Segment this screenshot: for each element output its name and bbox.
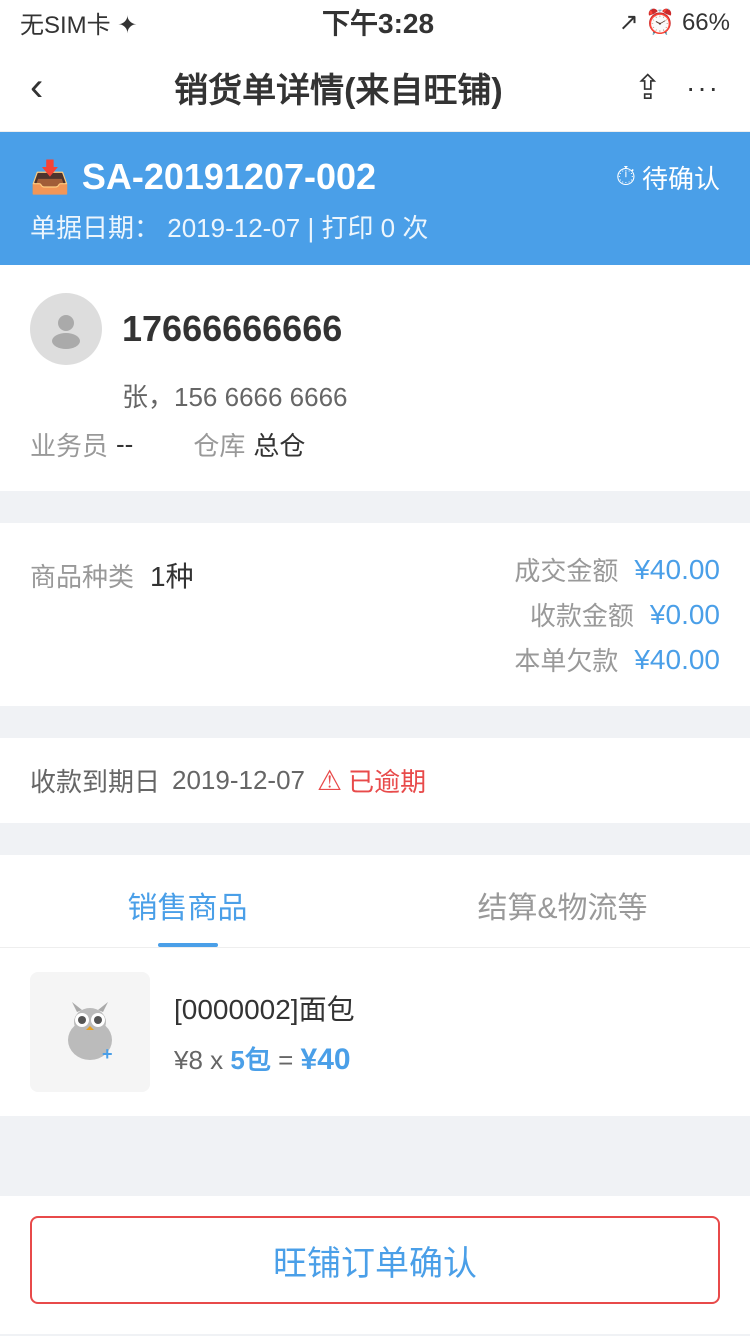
due-date-section: 收款到期日 2019-12-07 ⚠ 已逾期 bbox=[0, 738, 750, 823]
clock-icon: ⏱ bbox=[616, 161, 636, 193]
product-item: + [0000002]面包 ¥8 x 5包 = ¥40 bbox=[30, 972, 720, 1092]
warehouse-label: 仓库 bbox=[193, 426, 245, 463]
share-icon[interactable]: ⇪ bbox=[634, 68, 663, 108]
sim-indicator: 无SIM卡 ✦ bbox=[20, 5, 137, 40]
category-label: 商品种类 bbox=[30, 557, 134, 594]
due-date: 2019-12-07 bbox=[172, 765, 305, 796]
due-label: 收款到期日 bbox=[30, 762, 160, 799]
debt-label: 本单欠款 bbox=[514, 641, 618, 678]
confirm-button[interactable]: 旺铺订单确认 bbox=[30, 1216, 720, 1304]
overdue-text: 已逾期 bbox=[348, 762, 426, 799]
tab-settlement[interactable]: 结算&物流等 bbox=[375, 855, 750, 947]
order-id: 📥 SA-20191207-002 bbox=[30, 156, 376, 198]
nav-actions: ⇪ ··· bbox=[634, 68, 720, 108]
order-date: 单据日期： 2019-12-07 | 打印 0 次 bbox=[30, 208, 720, 245]
inbox-icon: 📥 bbox=[30, 158, 70, 196]
product-name: [0000002]面包 bbox=[174, 988, 720, 1028]
equals-sign: = bbox=[278, 1045, 300, 1075]
tab-sales-products[interactable]: 销售商品 bbox=[0, 855, 375, 947]
status-left: 无SIM卡 ✦ bbox=[20, 5, 137, 40]
customer-name: 张，156 6666 6666 bbox=[30, 377, 720, 414]
status-bar: 无SIM卡 ✦ 下午3:28 ↗ ⏰ 66% bbox=[0, 0, 750, 44]
customer-meta: 业务员 -- 仓库 总仓 bbox=[30, 426, 720, 463]
customer-phone: 17666666666 bbox=[122, 308, 342, 350]
warehouse-value: 总仓 bbox=[253, 426, 305, 463]
svg-text:+: + bbox=[102, 1044, 113, 1064]
amounts: 成交金额 ¥40.00 收款金额 ¥0.00 本单欠款 ¥40.00 bbox=[514, 551, 720, 678]
overdue-badge: ⚠ 已逾期 bbox=[317, 762, 426, 799]
price-unit: ¥8 bbox=[174, 1045, 203, 1075]
order-status: ⏱ 待确认 bbox=[616, 159, 720, 196]
avatar bbox=[30, 293, 102, 365]
tabs-section: 销售商品 结算&物流等 bbox=[0, 855, 750, 1116]
quantity: 5包 bbox=[230, 1045, 270, 1075]
page-title: 销货单详情(来自旺铺) bbox=[174, 63, 503, 112]
back-button[interactable]: ‹ bbox=[30, 65, 43, 110]
summary-section: 商品种类 1种 成交金额 ¥40.00 收款金额 ¥0.00 本单欠款 ¥40.… bbox=[0, 523, 750, 706]
tabs-bar: 销售商品 结算&物流等 bbox=[0, 855, 750, 948]
received-value: ¥0.00 bbox=[650, 599, 720, 631]
product-thumbnail: + bbox=[30, 972, 150, 1092]
sales-value: -- bbox=[116, 429, 133, 460]
more-icon[interactable]: ··· bbox=[686, 72, 720, 104]
multiply-sign: x bbox=[210, 1045, 223, 1075]
confirm-section: 旺铺订单确认 bbox=[0, 1196, 750, 1334]
nav-bar: ‹ 销货单详情(来自旺铺) ⇪ ··· bbox=[0, 44, 750, 132]
product-price: ¥8 x 5包 = ¥40 bbox=[174, 1040, 720, 1077]
received-label: 收款金额 bbox=[530, 596, 634, 633]
customer-section: 17666666666 张，156 6666 6666 业务员 -- 仓库 总仓 bbox=[0, 265, 750, 491]
transaction-label: 成交金额 bbox=[514, 551, 618, 588]
divider-2 bbox=[0, 722, 750, 738]
debt-value: ¥40.00 bbox=[634, 644, 720, 676]
alert-icon: ⚠ bbox=[317, 764, 342, 797]
product-list: + [0000002]面包 ¥8 x 5包 = ¥40 bbox=[0, 948, 750, 1116]
status-right: ↗ ⏰ 66% bbox=[619, 8, 730, 37]
divider-1 bbox=[0, 507, 750, 523]
total-price: ¥40 bbox=[301, 1043, 351, 1076]
sales-label: 业务员 bbox=[30, 426, 108, 463]
product-info: [0000002]面包 ¥8 x 5包 = ¥40 bbox=[174, 988, 720, 1077]
status-time: 下午3:28 bbox=[322, 2, 434, 42]
divider-3 bbox=[0, 839, 750, 855]
order-header-card: 📥 SA-20191207-002 ⏱ 待确认 单据日期： 2019-12-07… bbox=[0, 132, 750, 265]
category-value: 1种 bbox=[150, 555, 194, 595]
transaction-value: ¥40.00 bbox=[634, 554, 720, 586]
